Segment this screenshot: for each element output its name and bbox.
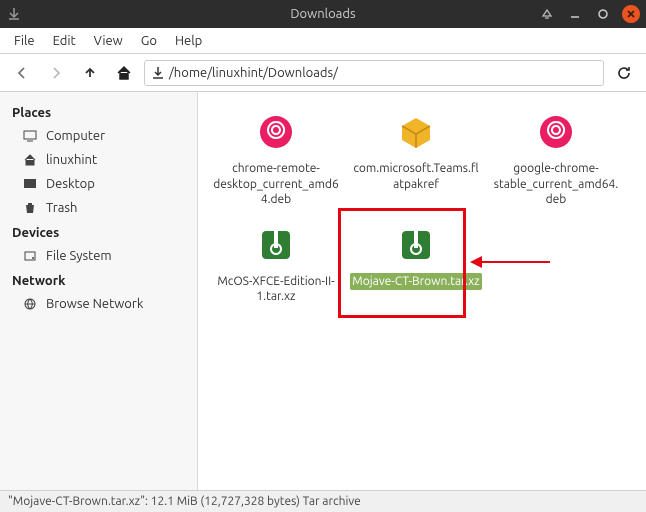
sidebar-label-computer: Computer — [46, 129, 105, 143]
sidebar-label-desktop: Desktop — [46, 177, 95, 191]
file-item[interactable]: google-chrome-stable_current_amd64.deb — [486, 104, 626, 213]
sidebar-item-trash[interactable]: Trash — [0, 196, 197, 220]
up-button[interactable] — [76, 59, 104, 87]
statusbar: "Mojave-CT-Brown.tar.xz": 12.1 MiB (12,7… — [0, 490, 646, 512]
deb-icon — [532, 108, 580, 156]
globe-icon — [22, 296, 38, 312]
window-controls — [538, 5, 646, 23]
menubar: File Edit View Go Help — [0, 28, 646, 54]
package-icon — [392, 108, 440, 156]
devices-header: Devices — [0, 220, 197, 244]
home-icon — [22, 152, 38, 168]
close-button[interactable] — [622, 5, 640, 23]
maximize-button[interactable] — [594, 5, 612, 23]
sidebar-label-home: linuxhint — [46, 153, 97, 167]
download-icon — [151, 66, 165, 80]
disk-icon — [22, 248, 38, 264]
menu-edit[interactable]: Edit — [45, 32, 84, 50]
file-label: Mojave-CT-Brown.tar.xz — [350, 273, 481, 291]
file-item[interactable]: McOS-XFCE-Edition-II-1.tar.xz — [206, 217, 346, 310]
sidebar: Places Computer linuxhint Desktop Trash … — [0, 92, 198, 490]
file-label: com.microsoft.Teams.flatpakref — [350, 160, 482, 193]
file-item-selected[interactable]: Mojave-CT-Brown.tar.xz — [346, 217, 486, 310]
archive-icon — [392, 221, 440, 269]
deb-icon — [252, 108, 300, 156]
home-button[interactable] — [110, 59, 138, 87]
sidebar-label-trash: Trash — [46, 201, 77, 215]
sidebar-item-desktop[interactable]: Desktop — [0, 172, 197, 196]
reload-button[interactable] — [610, 59, 638, 87]
main-area: Places Computer linuxhint Desktop Trash … — [0, 92, 646, 490]
status-text: "Mojave-CT-Brown.tar.xz": 12.1 MiB (12,7… — [8, 495, 361, 508]
toolbar: /home/linuxhint/Downloads/ — [0, 54, 646, 92]
computer-icon — [22, 128, 38, 144]
always-on-top-button[interactable] — [538, 5, 556, 23]
places-header: Places — [0, 100, 197, 124]
sidebar-label-browse-network: Browse Network — [46, 297, 143, 311]
menu-go[interactable]: Go — [133, 32, 165, 50]
menu-help[interactable]: Help — [167, 32, 210, 50]
back-button[interactable] — [8, 59, 36, 87]
app-icon — [6, 6, 22, 22]
sidebar-item-filesystem[interactable]: File System — [0, 244, 197, 268]
sidebar-item-computer[interactable]: Computer — [0, 124, 197, 148]
file-view[interactable]: chrome-remote-desktop_current_amd64.deb … — [198, 92, 646, 490]
file-item[interactable]: chrome-remote-desktop_current_amd64.deb — [206, 104, 346, 213]
minimize-button[interactable] — [566, 5, 584, 23]
trash-icon — [22, 200, 38, 216]
network-header: Network — [0, 268, 197, 292]
window-title: Downloads — [290, 7, 355, 21]
file-label: chrome-remote-desktop_current_amd64.deb — [210, 160, 342, 209]
sidebar-item-home[interactable]: linuxhint — [0, 148, 197, 172]
file-label: google-chrome-stable_current_amd64.deb — [490, 160, 622, 209]
path-bar[interactable]: /home/linuxhint/Downloads/ — [144, 60, 604, 86]
file-item[interactable]: com.microsoft.Teams.flatpakref — [346, 104, 486, 213]
archive-icon — [252, 221, 300, 269]
file-label: McOS-XFCE-Edition-II-1.tar.xz — [210, 273, 342, 306]
menu-view[interactable]: View — [86, 32, 131, 50]
path-text: /home/linuxhint/Downloads/ — [169, 66, 338, 80]
sidebar-label-filesystem: File System — [46, 249, 112, 263]
menu-file[interactable]: File — [6, 32, 43, 50]
titlebar: Downloads — [0, 0, 646, 28]
desktop-icon — [22, 176, 38, 192]
sidebar-item-browse-network[interactable]: Browse Network — [0, 292, 197, 316]
forward-button[interactable] — [42, 59, 70, 87]
